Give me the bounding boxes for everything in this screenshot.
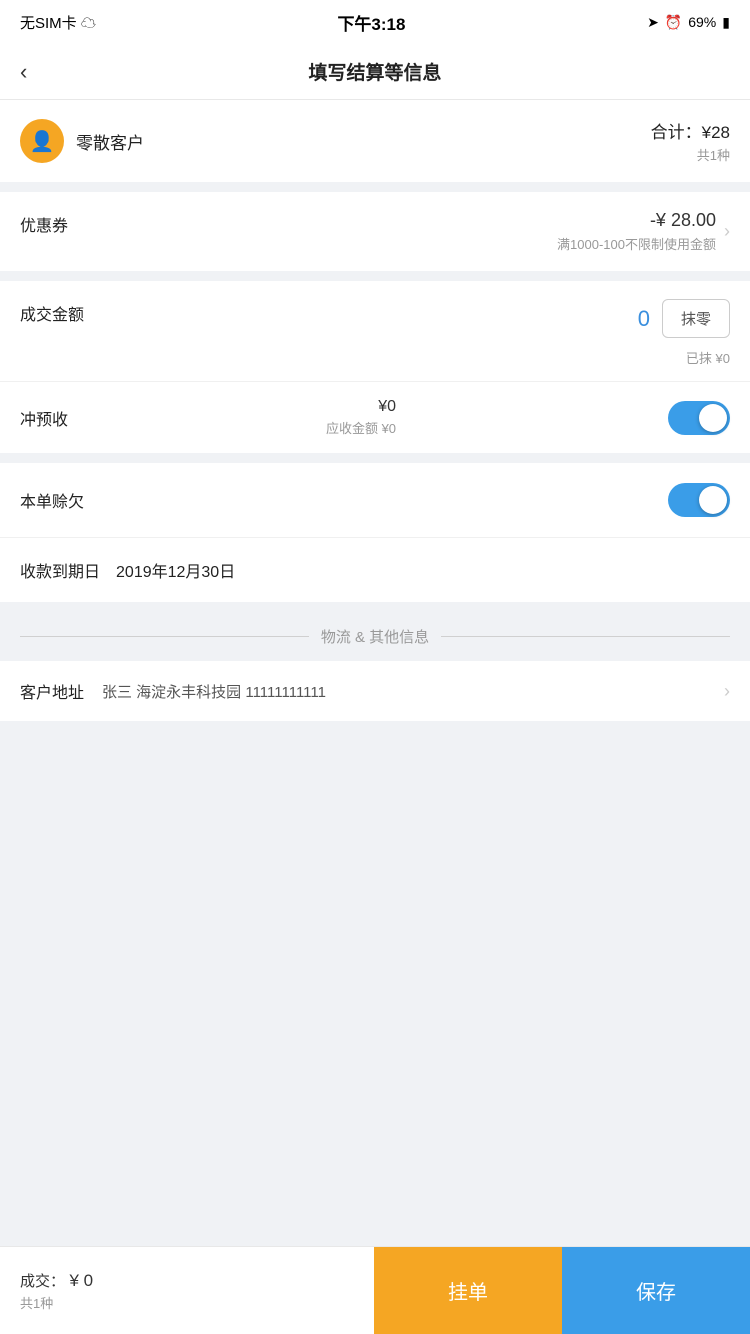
round-zero-button[interactable]: 抹零 <box>662 299 730 338</box>
transaction-label: 成交金额 <box>20 299 100 325</box>
bottom-deal-row: 成交： ¥ 0 <box>20 1270 354 1291</box>
debt-label: 本单赊欠 <box>20 488 84 512</box>
status-bar: 无SIM卡 ☁ 下午3:18 ➤ ⏰ 69% ▮ <box>0 0 750 44</box>
transaction-row: 成交金额 0 抹零 <box>0 281 750 348</box>
bottom-summary: 成交： ¥ 0 共1种 <box>0 1270 374 1312</box>
status-left: 无SIM卡 ☁ <box>20 12 96 33</box>
nav-bar: ‹ 填写结算等信息 <box>0 44 750 100</box>
toggle-knob <box>699 404 727 432</box>
debt-toggle[interactable] <box>668 483 730 517</box>
avatar-icon: 👤 <box>30 129 55 154</box>
debt-section: 本单赊欠 收款到期日 2019年12月30日 <box>0 463 750 602</box>
due-date-row[interactable]: 收款到期日 2019年12月30日 <box>0 537 750 602</box>
bottom-count: 共1种 <box>20 1293 354 1312</box>
transaction-section: 成交金额 0 抹零 已抹 ¥0 冲预收 ¥0 应收金额 ¥0 <box>0 281 750 453</box>
bottom-deal-label: 成交： <box>20 1273 65 1290</box>
bottom-bar: 成交： ¥ 0 共1种 挂单 保存 <box>0 1246 750 1334</box>
coupon-amount: -¥ 28.00 <box>100 210 716 231</box>
back-button[interactable]: ‹ <box>20 59 27 85</box>
bottom-deal-amount: ¥ 0 <box>69 1271 93 1290</box>
transaction-right: 0 抹零 <box>638 299 730 338</box>
customer-section: 👤 零散客户 合计：¥28 共1种 <box>0 100 750 182</box>
status-right: ➤ ⏰ 69% ▮ <box>647 14 730 31</box>
address-row[interactable]: 客户地址 张三 海淀永丰科技园 11111111111 › <box>0 661 750 721</box>
customer-summary: 合计：¥28 共1种 <box>651 118 730 164</box>
address-section[interactable]: 客户地址 张三 海淀永丰科技园 11111111111 › <box>0 661 750 721</box>
already-rounded-label: 已抹 ¥0 <box>0 348 750 381</box>
customer-left: 👤 零散客户 <box>20 119 144 163</box>
page-title: 填写结算等信息 <box>308 58 441 85</box>
logistics-header: 物流 & 其他信息 <box>0 612 750 661</box>
coupon-label: 优惠券 <box>20 210 100 236</box>
coupon-section[interactable]: 优惠券 -¥ 28.00 满1000-100不限制使用金额 › <box>0 192 750 271</box>
debt-toggle-knob <box>699 486 727 514</box>
logistics-label: 物流 & 其他信息 <box>321 626 429 647</box>
battery-icon: ▮ <box>722 14 730 31</box>
sim-label: 无SIM卡 ☁ <box>20 12 96 33</box>
alarm-icon: ⏰ <box>665 14 682 31</box>
customer-row: 👤 零散客户 合计：¥28 共1种 <box>0 100 750 182</box>
debt-row: 本单赊欠 <box>0 463 750 537</box>
prepay-receivable: 应收金额 ¥0 <box>326 418 396 437</box>
chevron-right-icon: › <box>724 221 730 242</box>
content-area: 👤 零散客户 合计：¥28 共1种 优惠券 -¥ 28.00 满1000-100… <box>0 100 750 831</box>
hold-button[interactable]: 挂单 <box>374 1247 562 1334</box>
prepay-right: ¥0 应收金额 ¥0 <box>326 398 396 437</box>
customer-name: 零散客户 <box>76 129 144 154</box>
prepay-amount: ¥0 <box>326 398 396 416</box>
battery-label: 69% <box>688 14 716 30</box>
prepay-toggle[interactable] <box>668 401 730 435</box>
bottom-actions: 挂单 保存 <box>374 1247 750 1334</box>
transaction-value[interactable]: 0 <box>638 306 650 332</box>
address-label: 客户地址 <box>20 679 92 703</box>
address-value: 张三 海淀永丰科技园 11111111111 <box>102 681 716 702</box>
location-icon: ➤ <box>647 14 659 31</box>
coupon-row[interactable]: 优惠券 -¥ 28.00 满1000-100不限制使用金额 › <box>0 192 750 271</box>
due-date-label: 收款到期日 <box>20 558 100 582</box>
address-chevron-icon: › <box>724 681 730 702</box>
prepay-row: 冲预收 ¥0 应收金额 ¥0 <box>0 381 750 453</box>
avatar: 👤 <box>20 119 64 163</box>
status-time: 下午3:18 <box>337 10 405 35</box>
prepay-label: 冲预收 <box>20 406 68 430</box>
customer-count: 共1种 <box>651 145 730 164</box>
coupon-desc: 满1000-100不限制使用金额 <box>100 234 716 253</box>
due-date-value: 2019年12月30日 <box>116 558 235 582</box>
save-button[interactable]: 保存 <box>562 1247 750 1334</box>
coupon-value: -¥ 28.00 满1000-100不限制使用金额 <box>100 210 716 253</box>
customer-total: 合计：¥28 <box>651 118 730 143</box>
